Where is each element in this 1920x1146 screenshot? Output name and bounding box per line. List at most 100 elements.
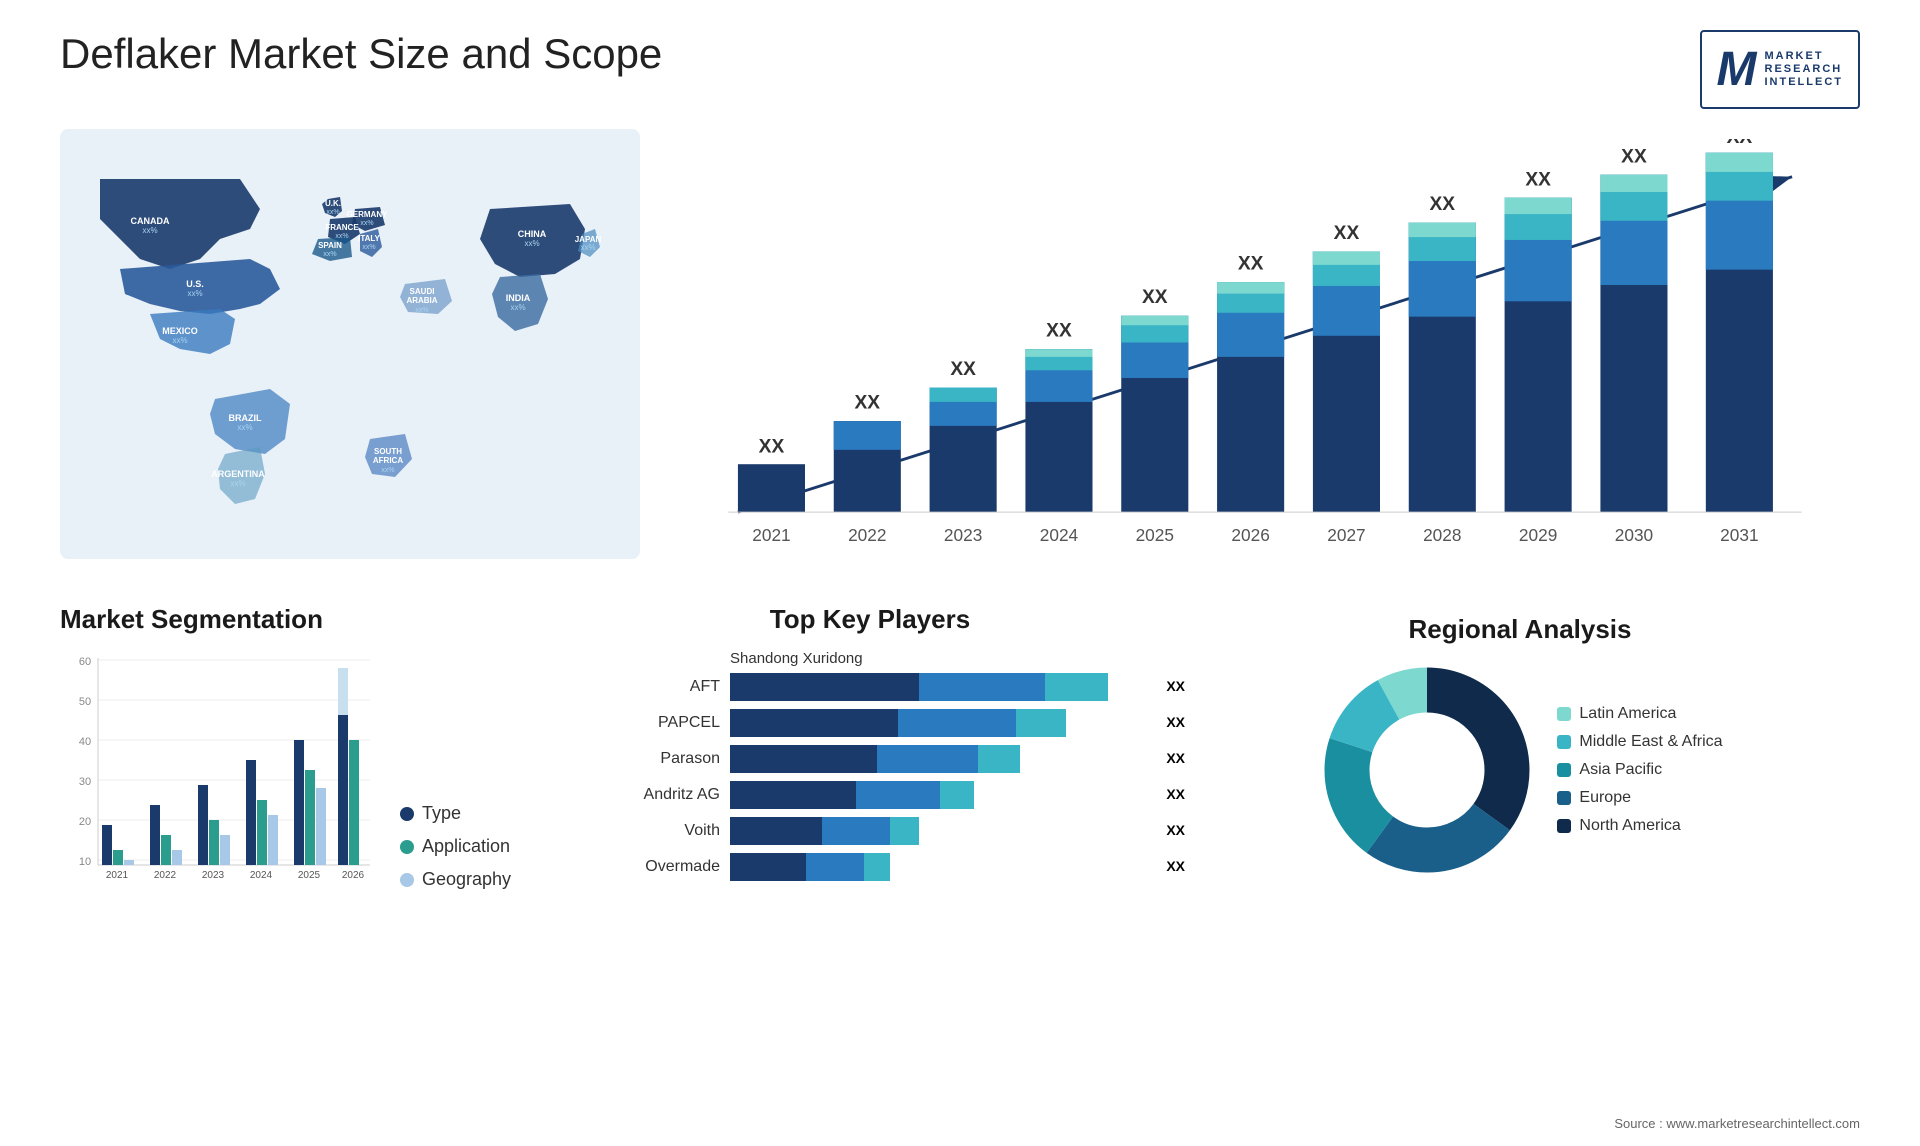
svg-text:AFRICA: AFRICA: [373, 456, 403, 465]
svg-text:xx%: xx%: [187, 289, 202, 298]
regional-legend: Latin America Middle East & Africa Asia …: [1557, 705, 1722, 835]
svg-text:ARABIA: ARABIA: [406, 296, 437, 305]
player-name-voith: Voith: [590, 822, 720, 840]
svg-text:2026: 2026: [1231, 525, 1269, 545]
svg-text:INDIA: INDIA: [506, 293, 531, 303]
player-name-andritz: Andritz AG: [590, 786, 720, 804]
svg-text:2026: 2026: [342, 870, 365, 881]
bar-chart-section: XX 2021 XX 2022 XX 2023 XX 2024: [670, 129, 1860, 584]
regional-section: Regional Analysis: [1180, 604, 1860, 890]
apac-label: Asia Pacific: [1579, 761, 1662, 779]
svg-text:SPAIN: SPAIN: [318, 241, 342, 250]
svg-text:U.S.: U.S.: [186, 279, 204, 289]
svg-text:xx%: xx%: [415, 307, 428, 314]
svg-text:ITALY: ITALY: [358, 234, 380, 243]
segmentation-legend: Type Application Geography: [400, 803, 511, 890]
svg-text:2028: 2028: [1423, 525, 1461, 545]
svg-text:60: 60: [79, 656, 91, 668]
svg-text:2021: 2021: [106, 870, 129, 881]
page-title: Deflaker Market Size and Scope: [60, 30, 662, 78]
north-america-dot: [1557, 819, 1571, 833]
geography-dot: [400, 873, 414, 887]
legend-type: Type: [400, 803, 511, 824]
player-name-papcel: PAPCEL: [590, 714, 720, 732]
svg-text:XX: XX: [1430, 194, 1456, 215]
reg-legend-apac: Asia Pacific: [1557, 761, 1722, 779]
svg-text:CHINA: CHINA: [518, 229, 547, 239]
geography-label: Geography: [422, 869, 511, 890]
player-row-parason: Parason XX: [590, 745, 1150, 773]
svg-text:40: 40: [79, 736, 91, 748]
svg-text:2025: 2025: [298, 870, 321, 881]
source-text: Source : www.marketresearchintellect.com: [1614, 1116, 1860, 1131]
player-xx-aft: XX: [1166, 678, 1185, 694]
svg-text:XX: XX: [1334, 223, 1360, 244]
svg-text:XX: XX: [1525, 169, 1551, 190]
svg-text:XX: XX: [1238, 254, 1264, 275]
svg-text:2021: 2021: [752, 525, 790, 545]
player-xx-andritz: XX: [1166, 786, 1185, 802]
reg-legend-mea: Middle East & Africa: [1557, 733, 1722, 751]
svg-text:xx%: xx%: [510, 303, 525, 312]
reg-legend-north-america: North America: [1557, 817, 1722, 835]
mea-dot: [1557, 735, 1571, 749]
bottom-row: Market Segmentation 60 50 40 30 20 10: [60, 604, 1860, 890]
reg-legend-europe: Europe: [1557, 789, 1722, 807]
svg-text:XX: XX: [1046, 321, 1072, 342]
svg-text:SAUDI: SAUDI: [410, 287, 435, 296]
logo: M MARKET RESEARCH INTELLECT: [1700, 30, 1860, 109]
map-svg: CANADA xx% U.S. xx% MEXICO xx% BRAZIL xx…: [60, 129, 640, 559]
svg-text:xx%: xx%: [230, 479, 245, 488]
svg-text:xx%: xx%: [237, 423, 252, 432]
svg-text:2027: 2027: [1327, 525, 1365, 545]
segmentation-title: Market Segmentation: [60, 604, 560, 635]
svg-text:U.K.: U.K.: [325, 199, 341, 208]
player-row-voith: Voith XX: [590, 817, 1150, 845]
svg-text:2024: 2024: [250, 870, 273, 881]
player-row-papcel: PAPCEL XX: [590, 709, 1150, 737]
svg-text:xx%: xx%: [360, 220, 373, 227]
svg-text:10: 10: [79, 856, 91, 868]
player-row-aft: AFT XX: [590, 673, 1150, 701]
player-name-overmade: Overmade: [590, 858, 720, 876]
mea-label: Middle East & Africa: [1579, 733, 1722, 751]
logo-line1: MARKET: [1765, 50, 1844, 63]
logo-line3: INTELLECT: [1765, 76, 1844, 89]
latin-dot: [1557, 707, 1571, 721]
shandong-label: Shandong Xuridong: [590, 650, 1150, 667]
svg-text:ARGENTINA: ARGENTINA: [211, 469, 265, 479]
svg-text:2023: 2023: [944, 525, 982, 545]
svg-text:FRANCE: FRANCE: [325, 223, 359, 232]
svg-text:2031: 2031: [1720, 525, 1758, 545]
legend-application: Application: [400, 836, 511, 857]
logo-letter: M: [1717, 42, 1757, 97]
svg-text:GERMANY: GERMANY: [347, 210, 389, 219]
players-title: Top Key Players: [590, 604, 1150, 635]
svg-text:xx%: xx%: [142, 226, 157, 235]
europe-dot: [1557, 791, 1571, 805]
player-xx-voith: XX: [1166, 822, 1185, 838]
europe-label: Europe: [1579, 789, 1631, 807]
svg-text:30: 30: [79, 776, 91, 788]
svg-text:xx%: xx%: [362, 244, 375, 251]
svg-text:2024: 2024: [1040, 525, 1079, 545]
reg-legend-latin: Latin America: [1557, 705, 1722, 723]
world-map: CANADA xx% U.S. xx% MEXICO xx% BRAZIL xx…: [60, 129, 640, 559]
players-section: Top Key Players Shandong Xuridong AFT XX…: [590, 604, 1150, 890]
type-dot: [400, 807, 414, 821]
svg-text:XX: XX: [1621, 146, 1647, 167]
application-label: Application: [422, 836, 510, 857]
header: Deflaker Market Size and Scope M MARKET …: [60, 30, 1860, 109]
segmentation-section: Market Segmentation 60 50 40 30 20 10: [60, 604, 560, 890]
svg-text:2022: 2022: [848, 525, 886, 545]
legend-geography: Geography: [400, 869, 511, 890]
svg-text:XX: XX: [759, 437, 785, 458]
player-xx-papcel: XX: [1166, 714, 1185, 730]
player-row-andritz: Andritz AG XX: [590, 781, 1150, 809]
svg-text:xx%: xx%: [172, 336, 187, 345]
player-xx-overmade: XX: [1166, 858, 1185, 874]
svg-text:xx%: xx%: [323, 251, 336, 258]
player-row-overmade: Overmade XX: [590, 853, 1150, 881]
north-america-label: North America: [1579, 817, 1680, 835]
svg-text:xx%: xx%: [381, 467, 394, 474]
